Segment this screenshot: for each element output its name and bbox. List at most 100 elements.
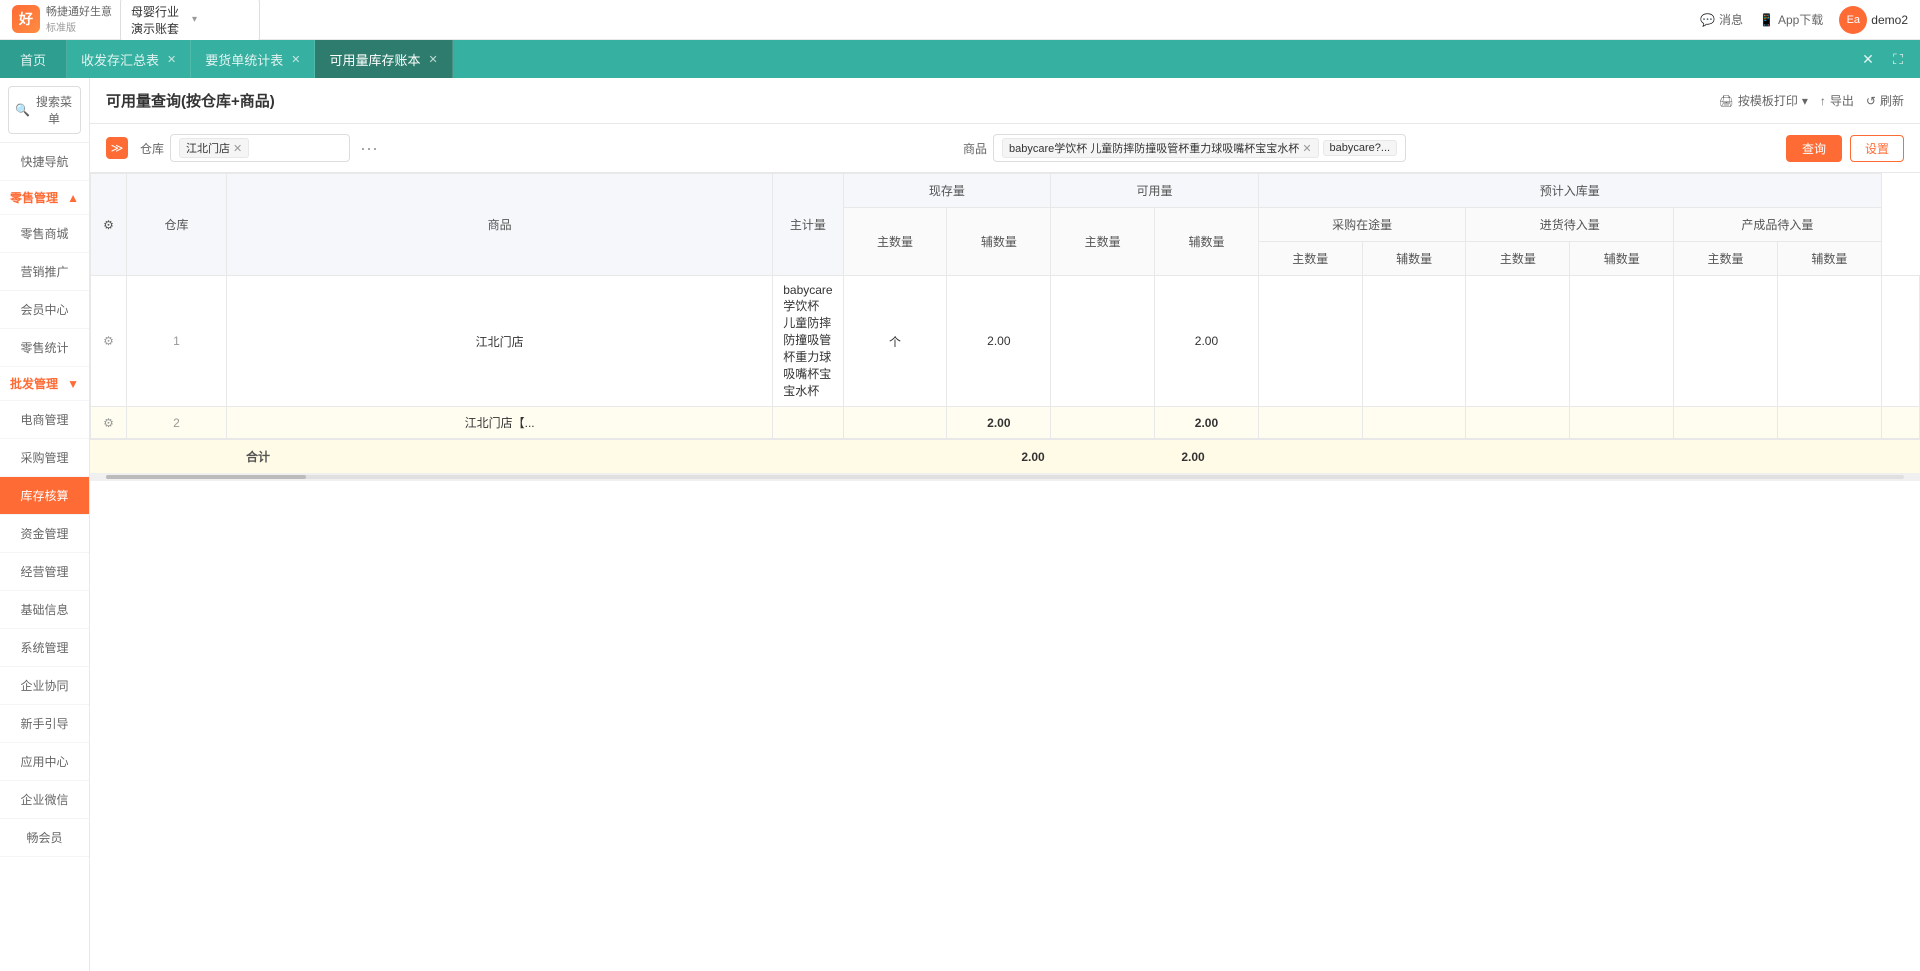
search-menu-button[interactable]: 🔍 搜索菜单 xyxy=(8,86,81,134)
row-1-warehouse: 江北门店 xyxy=(227,276,773,407)
purchase-transit-header: 采购在途量 xyxy=(1258,208,1466,242)
logo-text: 畅捷通好生意 标准版 xyxy=(46,5,112,34)
logo-icon: 好 xyxy=(12,5,40,33)
refresh-button[interactable]: ↺ 刷新 xyxy=(1866,92,1904,109)
sidebar-item-zero-sales[interactable]: 零售管理 ▲ xyxy=(0,181,89,215)
settings-icon[interactable]: ⚙ xyxy=(103,218,114,232)
tab-available-stock[interactable]: 可用量库存账本 ✕ xyxy=(315,40,452,78)
horizontal-scrollbar[interactable] xyxy=(90,473,1920,481)
row-2-main-unit xyxy=(843,407,947,439)
close-available-stock-tab[interactable]: ✕ xyxy=(429,53,438,66)
row-2-avail-main: 2.00 xyxy=(1155,407,1259,439)
sidebar-item-quick-nav[interactable]: 快捷导航 xyxy=(0,143,89,181)
sidebar-item-finance[interactable]: 资金管理 xyxy=(0,515,89,553)
close-all-tabs-button[interactable]: ✕ xyxy=(1854,45,1882,73)
row-2-settings[interactable]: ⚙ xyxy=(91,407,127,439)
sidebar-item-member[interactable]: 会员中心 xyxy=(0,291,89,329)
inc-main-qty-header: 主数量 xyxy=(1466,242,1570,276)
tab-receive-pay[interactable]: 收发存汇总表 ✕ xyxy=(67,40,191,78)
nav-right-buttons: ✕ ⛶ xyxy=(1854,45,1920,73)
row-2-num: 2 xyxy=(127,407,227,439)
sidebar-item-zero-mall[interactable]: 零售商城 xyxy=(0,215,89,253)
top-bar-left: 好 畅捷通好生意 标准版 母婴行业演示账套 ▾ xyxy=(12,0,260,42)
table-footer: 合计 2.00 2.00 xyxy=(90,439,1920,473)
settings-button[interactable]: 设置 xyxy=(1850,135,1904,162)
footer-avail-total: 2.00 xyxy=(1153,450,1233,464)
row-1-incoming-sub xyxy=(1674,276,1778,407)
avail-main-qty-header: 主数量 xyxy=(1051,208,1155,276)
avail-sub-qty-header: 辅数量 xyxy=(1155,208,1259,276)
sidebar-item-stock[interactable]: 库存核算 xyxy=(0,477,89,515)
app-download-button[interactable]: 📱 App下载 xyxy=(1759,11,1823,28)
sidebar-item-system[interactable]: 系统管理 xyxy=(0,629,89,667)
print-chevron-icon: ▾ xyxy=(1802,94,1808,108)
table-row: ⚙ 2 江北门店【... 2.00 2.00 xyxy=(91,407,1920,439)
sidebar-item-purchase[interactable]: 采购管理 xyxy=(0,439,89,477)
sidebar-item-vip[interactable]: 畅会员 xyxy=(0,819,89,857)
product-pending-header: 产成品待入量 xyxy=(1674,208,1882,242)
row-2-incoming-sub xyxy=(1674,407,1778,439)
sidebar-item-zero-stat[interactable]: 零售统计 xyxy=(0,329,89,367)
pur-main-qty-header: 主数量 xyxy=(1258,242,1362,276)
row-2-pur-transit-main xyxy=(1362,407,1466,439)
table-container: ⚙ 仓库 商品 主计量 现存量 可用量 预计入库量 主数量 辅数量 主数量 辅数… xyxy=(90,173,1920,971)
user-menu[interactable]: Ea demo2 xyxy=(1839,6,1908,34)
message-button[interactable]: 💬 消息 xyxy=(1700,11,1743,28)
sidebar-item-enterprise[interactable]: 企业协同 xyxy=(0,667,89,705)
sidebar-item-wechat[interactable]: 企业微信 xyxy=(0,781,89,819)
page-title: 可用量查询(按仓库+商品) xyxy=(106,90,275,111)
close-order-stat-tab[interactable]: ✕ xyxy=(291,53,300,66)
filter-expand-button[interactable]: ≫ xyxy=(106,137,128,159)
account-dropdown[interactable]: 母婴行业演示账套 ▾ xyxy=(120,0,260,42)
row-2-stock-main: 2.00 xyxy=(947,407,1051,439)
export-button[interactable]: ↑ 导出 xyxy=(1820,92,1854,109)
footer-label: 合计 xyxy=(236,448,316,465)
warehouse-filter-group: 仓库 江北门店 ✕ ··· xyxy=(140,134,951,162)
row-1-settings[interactable]: ⚙ xyxy=(91,276,127,407)
close-receive-pay-tab[interactable]: ✕ xyxy=(167,53,176,66)
row-1-product-main xyxy=(1777,276,1881,407)
sidebar-item-newbie[interactable]: 新手引导 xyxy=(0,705,89,743)
print-button[interactable]: 🖨 按模板打印 ▾ xyxy=(1719,92,1808,109)
main-layout: 🔍 搜索菜单 快捷导航 零售管理 ▲ 零售商城 营销推广 会员中心 零售统计 批… xyxy=(0,78,1920,971)
inc-sub-qty-header: 辅数量 xyxy=(1570,242,1674,276)
remove-product-tag-1[interactable]: ✕ xyxy=(1302,142,1311,155)
row-1-pur-transit-sub xyxy=(1466,276,1570,407)
scroll-track xyxy=(106,475,1904,479)
row-1-incoming-main xyxy=(1570,276,1674,407)
incoming-header: 进货待入量 xyxy=(1466,208,1674,242)
arrow-icon: ▲ xyxy=(67,191,79,205)
tab-home[interactable]: 首页 xyxy=(0,40,67,78)
row-2-incoming-main xyxy=(1570,407,1674,439)
warehouse-more-button[interactable]: ··· xyxy=(356,138,382,159)
refresh-icon: ↺ xyxy=(1866,94,1876,108)
available-stock-tab-label: 可用量库存账本 xyxy=(329,50,420,69)
remove-warehouse-tag[interactable]: ✕ xyxy=(233,142,242,155)
sidebar-item-basic[interactable]: 基础信息 xyxy=(0,591,89,629)
expand-tabs-button[interactable]: ⛶ xyxy=(1884,45,1912,73)
row-2-avail-sub xyxy=(1258,407,1362,439)
tab-order-stat[interactable]: 要货单统计表 ✕ xyxy=(191,40,315,78)
row-1-pur-transit-main xyxy=(1362,276,1466,407)
filter-right-buttons: 查询 设置 xyxy=(1786,135,1904,162)
row-2-pur-transit-sub xyxy=(1466,407,1570,439)
sidebar-item-marketing[interactable]: 营销推广 xyxy=(0,253,89,291)
sidebar-item-wholesale[interactable]: 批发管理 ▼ xyxy=(0,367,89,401)
warehouse-column-header: 仓库 xyxy=(127,174,227,276)
settings-column-header: ⚙ xyxy=(91,174,127,276)
product-input[interactable]: babycare学饮杯 儿童防摔防撞吸管杯重力球吸嘴杯宝宝水杯 ✕ babyca… xyxy=(993,134,1406,162)
warehouse-input[interactable]: 江北门店 ✕ xyxy=(170,134,350,162)
sidebar-item-app-center[interactable]: 应用中心 xyxy=(0,743,89,781)
message-icon: 💬 xyxy=(1700,13,1715,27)
row-1-avail-sub xyxy=(1258,276,1362,407)
table-row: ⚙ 1 江北门店 babycare学饮杯 儿童防摔防撞吸管杯重力球吸嘴杯宝宝水杯… xyxy=(91,276,1920,407)
order-stat-tab-label: 要货单统计表 xyxy=(205,50,283,69)
sidebar-item-operations[interactable]: 经营管理 xyxy=(0,553,89,591)
row-2-product-main xyxy=(1777,407,1881,439)
query-button[interactable]: 查询 xyxy=(1786,135,1842,162)
current-stock-column-header: 现存量 xyxy=(843,174,1051,208)
row-1-product: babycare学饮杯 儿童防摔防撞吸管杯重力球吸嘴杯宝宝水杯 xyxy=(773,276,843,407)
filter-area: ≫ 仓库 江北门店 ✕ ··· 商品 babycare学饮杯 儿童防摔防撞吸管杯… xyxy=(90,124,1920,173)
sidebar-item-ecommerce[interactable]: 电商管理 xyxy=(0,401,89,439)
download-icon: 📱 xyxy=(1759,13,1774,27)
